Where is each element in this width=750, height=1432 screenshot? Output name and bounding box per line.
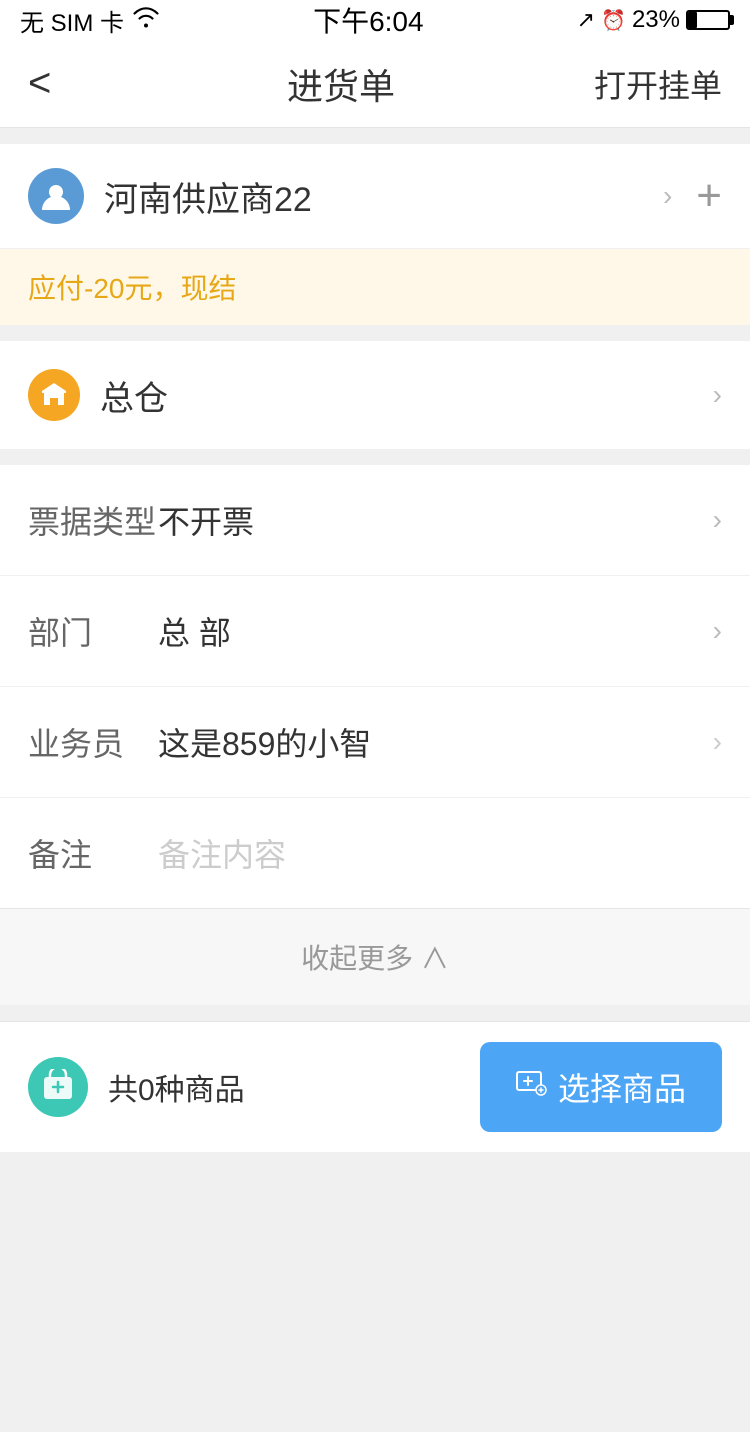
back-button[interactable]: < [28, 61, 88, 106]
remark-input[interactable]: 备注内容 [158, 830, 722, 876]
dept-row[interactable]: 部门 总 部 › [0, 575, 750, 686]
mid-divider2 [0, 449, 750, 465]
warehouse-icon [28, 369, 80, 421]
bottom-divider [0, 1005, 750, 1021]
invoice-label: 票据类型 [28, 497, 158, 543]
remark-label: 备注 [28, 830, 158, 876]
battery-icon [686, 10, 730, 30]
supplier-section: 河南供应商22 › + 应付-20元，现结 [0, 144, 750, 325]
nav-bar: < 进货单 打开挂单 [0, 40, 750, 128]
notice-text: 应付-20元，现结 [28, 273, 236, 304]
supplier-name: 河南供应商22 [104, 172, 663, 221]
select-product-label: 选择商品 [558, 1064, 686, 1110]
dept-label: 部门 [28, 608, 158, 654]
time-label: 下午6:04 [313, 0, 424, 40]
sales-chevron-icon: › [713, 726, 722, 758]
warehouse-name: 总仓 [100, 371, 713, 420]
wifi-icon [132, 6, 160, 34]
dept-chevron-icon: › [713, 615, 722, 647]
status-left: 无 SIM 卡 [20, 3, 160, 38]
supplier-chevron-icon: › [663, 180, 672, 212]
sales-value: 这是859的小智 [158, 719, 713, 765]
remark-row[interactable]: 备注 备注内容 [0, 797, 750, 908]
sales-label: 业务员 [28, 719, 158, 765]
carrier-label: 无 SIM 卡 [20, 3, 124, 38]
warehouse-section: 总仓 › [0, 341, 750, 449]
page-title: 进货单 [287, 58, 395, 110]
battery-percent: 23% [632, 6, 680, 34]
warehouse-row[interactable]: 总仓 › [0, 341, 750, 449]
select-product-icon [516, 1069, 548, 1105]
product-count: 共0种商品 [108, 1065, 480, 1109]
collapse-bar[interactable]: 收起更多 ∧ [0, 908, 750, 1005]
collapse-label: 收起更多 ∧ [301, 943, 449, 974]
supplier-avatar [28, 168, 84, 224]
location-icon: ↗ [577, 7, 595, 33]
top-divider [0, 128, 750, 144]
invoice-chevron-icon: › [713, 504, 722, 536]
warehouse-chevron-icon: › [713, 379, 722, 411]
gray-area [0, 1152, 750, 1432]
notice-bar: 应付-20元，现结 [0, 249, 750, 325]
invoice-row[interactable]: 票据类型 不开票 › [0, 465, 750, 575]
select-product-button[interactable]: 选择商品 [480, 1042, 722, 1132]
supplier-row[interactable]: 河南供应商22 › + [0, 144, 750, 249]
invoice-value: 不开票 [158, 497, 713, 543]
add-supplier-button[interactable]: + [696, 171, 722, 221]
open-pending-button[interactable]: 打开挂单 [594, 61, 722, 107]
status-right: ↗ ⏰ 23% [577, 6, 730, 34]
alarm-icon: ⏰ [601, 8, 626, 33]
mid-divider1 [0, 325, 750, 341]
dept-value: 总 部 [158, 608, 713, 654]
sales-row[interactable]: 业务员 这是859的小智 › [0, 686, 750, 797]
product-bar: 共0种商品 选择商品 [0, 1021, 750, 1152]
status-bar: 无 SIM 卡 下午6:04 ↗ ⏰ 23% [0, 0, 750, 40]
form-section: 票据类型 不开票 › 部门 总 部 › 业务员 这是859的小智 › 备注 备注… [0, 465, 750, 1005]
product-icon [28, 1057, 88, 1117]
